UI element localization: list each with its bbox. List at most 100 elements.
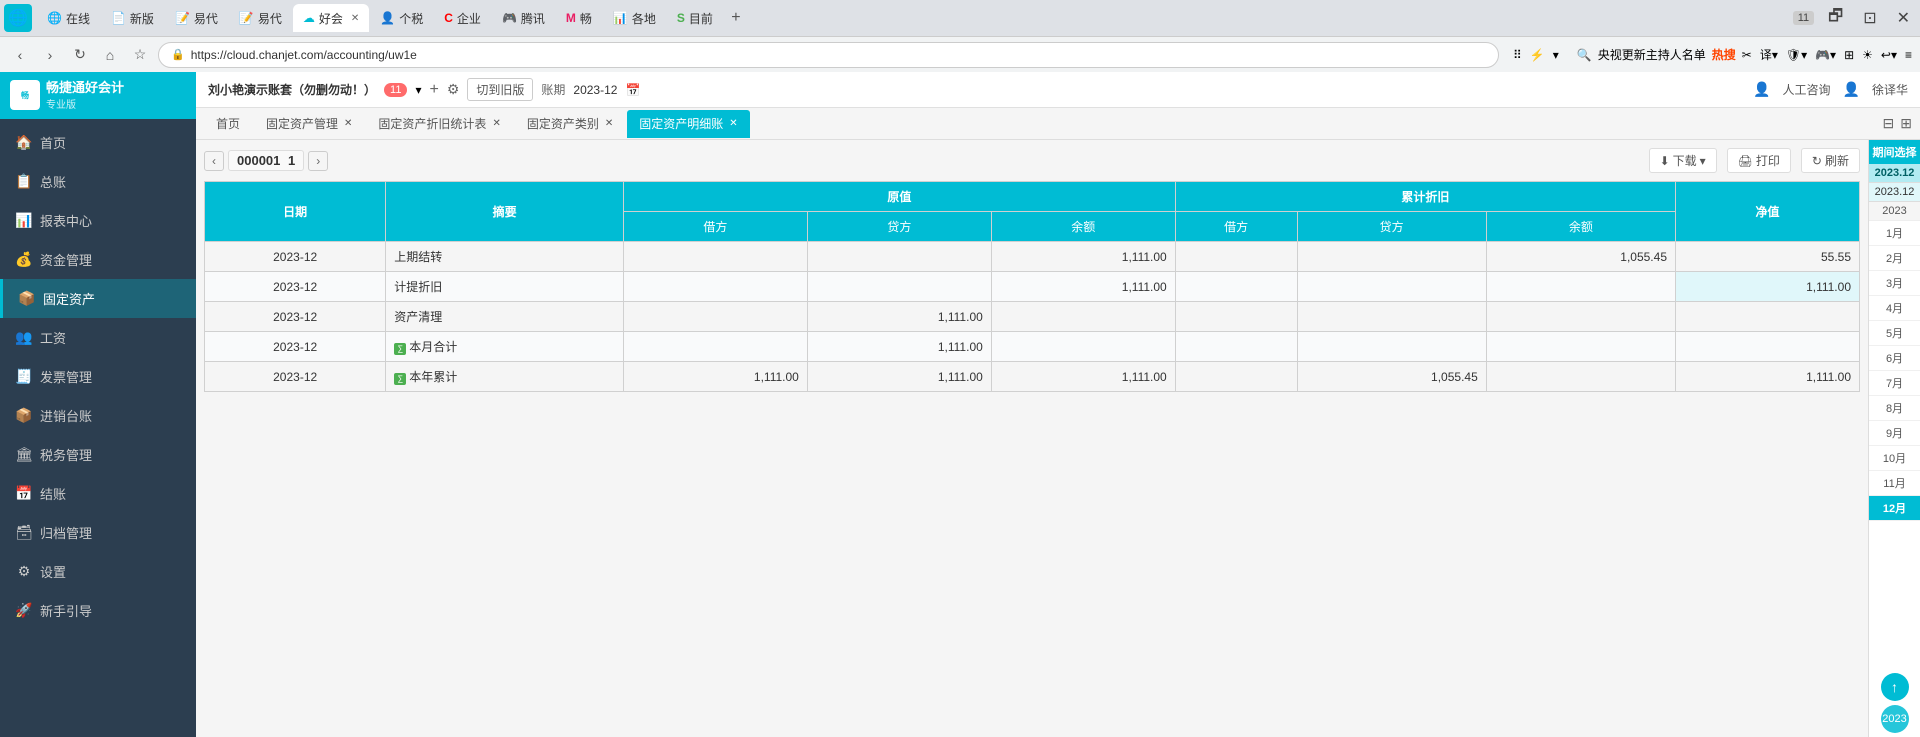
sidebar-item-guide[interactable]: 🚀 新手引导: [0, 591, 196, 630]
period-month-12[interactable]: 12月: [1869, 496, 1920, 521]
sidebar-label-closing: 结账: [40, 484, 66, 503]
sidebar-item-tax[interactable]: 🏛 税务管理: [0, 435, 196, 474]
sidebar-item-invoices[interactable]: 🧾 发票管理: [0, 357, 196, 396]
sidebar-item-payroll[interactable]: 👥 工资: [0, 318, 196, 357]
home-button[interactable]: ⌂: [98, 43, 122, 67]
address-bar: ‹ › ↻ ⌂ ☆ 🔒 https://cloud.chanjet.com/ac…: [0, 36, 1920, 72]
cell-accum-debit: [1175, 332, 1297, 362]
back-button[interactable]: ‹: [8, 43, 32, 67]
close-tab-fixed-assets-icon[interactable]: ✕: [344, 118, 352, 129]
browser-tab-mubiao[interactable]: S 目前: [667, 4, 723, 32]
tab-label: 目前: [689, 10, 713, 27]
cell-date: 2023-12: [205, 242, 386, 272]
lightning-icon[interactable]: ⚡: [1530, 48, 1545, 62]
tab-asset-category[interactable]: 固定资产类别 ✕: [515, 110, 625, 138]
period-month-2[interactable]: 2月: [1869, 246, 1920, 271]
expand-icon[interactable]: ⊞: [1900, 115, 1912, 132]
refresh-label: 刷新: [1825, 152, 1849, 169]
browser-tab-gedi[interactable]: 📊 各地: [603, 4, 666, 32]
address-input[interactable]: 🔒 https://cloud.chanjet.com/accounting/u…: [158, 42, 1499, 68]
sidebar-item-fixed-assets[interactable]: 📦 固定资产: [0, 279, 196, 318]
dropdown-arrow-icon[interactable]: ▾: [415, 83, 421, 97]
period-month-6[interactable]: 6月: [1869, 346, 1920, 371]
period-month-4[interactable]: 4月: [1869, 296, 1920, 321]
sidebar-item-closing[interactable]: 📅 结账: [0, 474, 196, 513]
sidebar-item-ledger[interactable]: 📋 总账: [0, 162, 196, 201]
browser-tab-new[interactable]: 📄 新版: [101, 4, 164, 32]
hot-search-label[interactable]: 热搜: [1712, 46, 1736, 63]
download-button[interactable]: ⬇ 下载 ▾: [1649, 148, 1717, 173]
bookmark-button[interactable]: ☆: [128, 43, 152, 67]
refresh-button[interactable]: ↻ 刷新: [1801, 148, 1860, 173]
minimize-icon[interactable]: 🗗: [1822, 3, 1849, 34]
col-summary: 摘要: [386, 182, 624, 242]
period-month-5[interactable]: 5月: [1869, 321, 1920, 346]
close-window-icon[interactable]: ✕: [1891, 6, 1916, 30]
sidebar-label-reports: 报表中心: [40, 211, 92, 230]
settings-gear-icon[interactable]: ⚙: [447, 81, 460, 98]
prev-account-button[interactable]: ‹: [204, 151, 224, 171]
customer-service-icon: 👤: [1753, 81, 1770, 98]
next-account-button[interactable]: ›: [308, 151, 328, 171]
period-month-3[interactable]: 3月: [1869, 271, 1920, 296]
period-month-8[interactable]: 8月: [1869, 396, 1920, 421]
tab-bar: 🌐 🌐 在线 📄 新版 📝 易代 📝 易代 ☁ 好会 ✕ 👤 个税 C: [0, 0, 1920, 36]
scroll-top-button[interactable]: ↑: [1881, 673, 1909, 701]
sidebar-item-inventory[interactable]: 📦 进销台账: [0, 396, 196, 435]
translate-icon[interactable]: 译▾: [1760, 46, 1778, 63]
reload-button[interactable]: ↻: [68, 43, 92, 67]
shield-icon[interactable]: 🛡▾: [1786, 48, 1807, 62]
browser-tab-tax[interactable]: 👤 个税: [370, 4, 433, 32]
close-tab-ledger-icon[interactable]: ✕: [729, 118, 737, 129]
add-icon[interactable]: +: [429, 81, 438, 99]
period-month-9[interactable]: 9月: [1869, 421, 1920, 446]
tab-depreciation-stats[interactable]: 固定资产折旧统计表 ✕: [366, 110, 512, 138]
sidebar-item-reports[interactable]: 📊 报表中心: [0, 201, 196, 240]
tab-fixed-assets-mgmt[interactable]: 固定资产管理 ✕: [254, 110, 364, 138]
scissors-icon[interactable]: ✂: [1742, 48, 1752, 62]
period-month-7[interactable]: 7月: [1869, 371, 1920, 396]
table-row: 2023-12 ∑本月合计 1,111.00: [205, 332, 1860, 362]
period-month-10[interactable]: 10月: [1869, 446, 1920, 471]
sidebar-item-home[interactable]: 🏠 首页: [0, 123, 196, 162]
close-tab-icon[interactable]: ✕: [351, 13, 359, 24]
period-year-label[interactable]: 2023: [1869, 202, 1920, 221]
history-back-icon[interactable]: ↩▾: [1881, 48, 1897, 62]
menu-icon[interactable]: ≡: [1905, 48, 1912, 62]
dropdown-icon[interactable]: ▾: [1553, 48, 1559, 62]
restore-icon[interactable]: ⊡: [1857, 6, 1882, 30]
cell-orig-credit: [807, 272, 991, 302]
period-month-11[interactable]: 11月: [1869, 471, 1920, 496]
tab-label-fixed-assets-mgmt: 固定资产管理: [266, 115, 338, 132]
close-tab-category-icon[interactable]: ✕: [605, 118, 613, 129]
sidebar-label-inventory: 进销台账: [40, 406, 92, 425]
close-tab-depreciation-icon[interactable]: ✕: [492, 118, 500, 129]
browser-tab-yidai2[interactable]: 📝 易代: [229, 4, 292, 32]
print-button[interactable]: 🖨 打印: [1727, 148, 1791, 173]
sidebar-item-archive[interactable]: 🗃 归档管理: [0, 513, 196, 552]
period-month-1[interactable]: 1月: [1869, 221, 1920, 246]
browser-tab-chang[interactable]: M 畅: [556, 4, 602, 32]
collapse-icon[interactable]: ⊟: [1883, 115, 1895, 132]
browser-tab-tencent[interactable]: 🎮 腾讯: [492, 4, 555, 32]
year-badge[interactable]: 2023: [1881, 705, 1909, 733]
browser-tab-online[interactable]: 🌐 在线: [37, 4, 100, 32]
calendar-icon[interactable]: 📅: [625, 83, 640, 97]
sidebar-item-funds[interactable]: 💰 资金管理: [0, 240, 196, 279]
tab-asset-ledger[interactable]: 固定资产明细账 ✕: [627, 110, 749, 138]
customer-service-label[interactable]: 人工咨询: [1783, 81, 1831, 98]
new-tab-button[interactable]: +: [724, 6, 748, 30]
brightness-icon[interactable]: ☀: [1862, 48, 1873, 62]
forward-button[interactable]: ›: [38, 43, 62, 67]
version-switch-button[interactable]: 切到旧版: [467, 78, 533, 101]
browser-tab-yidai1[interactable]: 📝 易代: [165, 4, 228, 32]
tab-home[interactable]: 首页: [204, 110, 252, 138]
cell-accum-balance: [1486, 362, 1675, 392]
gamepad-icon[interactable]: 🎮▾: [1815, 48, 1836, 62]
accum-balance-header: 余额: [1486, 212, 1675, 242]
browser-tab-active[interactable]: ☁ 好会 ✕: [293, 4, 369, 32]
sidebar-item-settings[interactable]: ⚙ 设置: [0, 552, 196, 591]
browser-tab-enterprise[interactable]: C 企业: [434, 4, 491, 32]
qr-icon[interactable]: ⠿: [1513, 48, 1522, 62]
grid-icon[interactable]: ⊞: [1844, 48, 1854, 62]
